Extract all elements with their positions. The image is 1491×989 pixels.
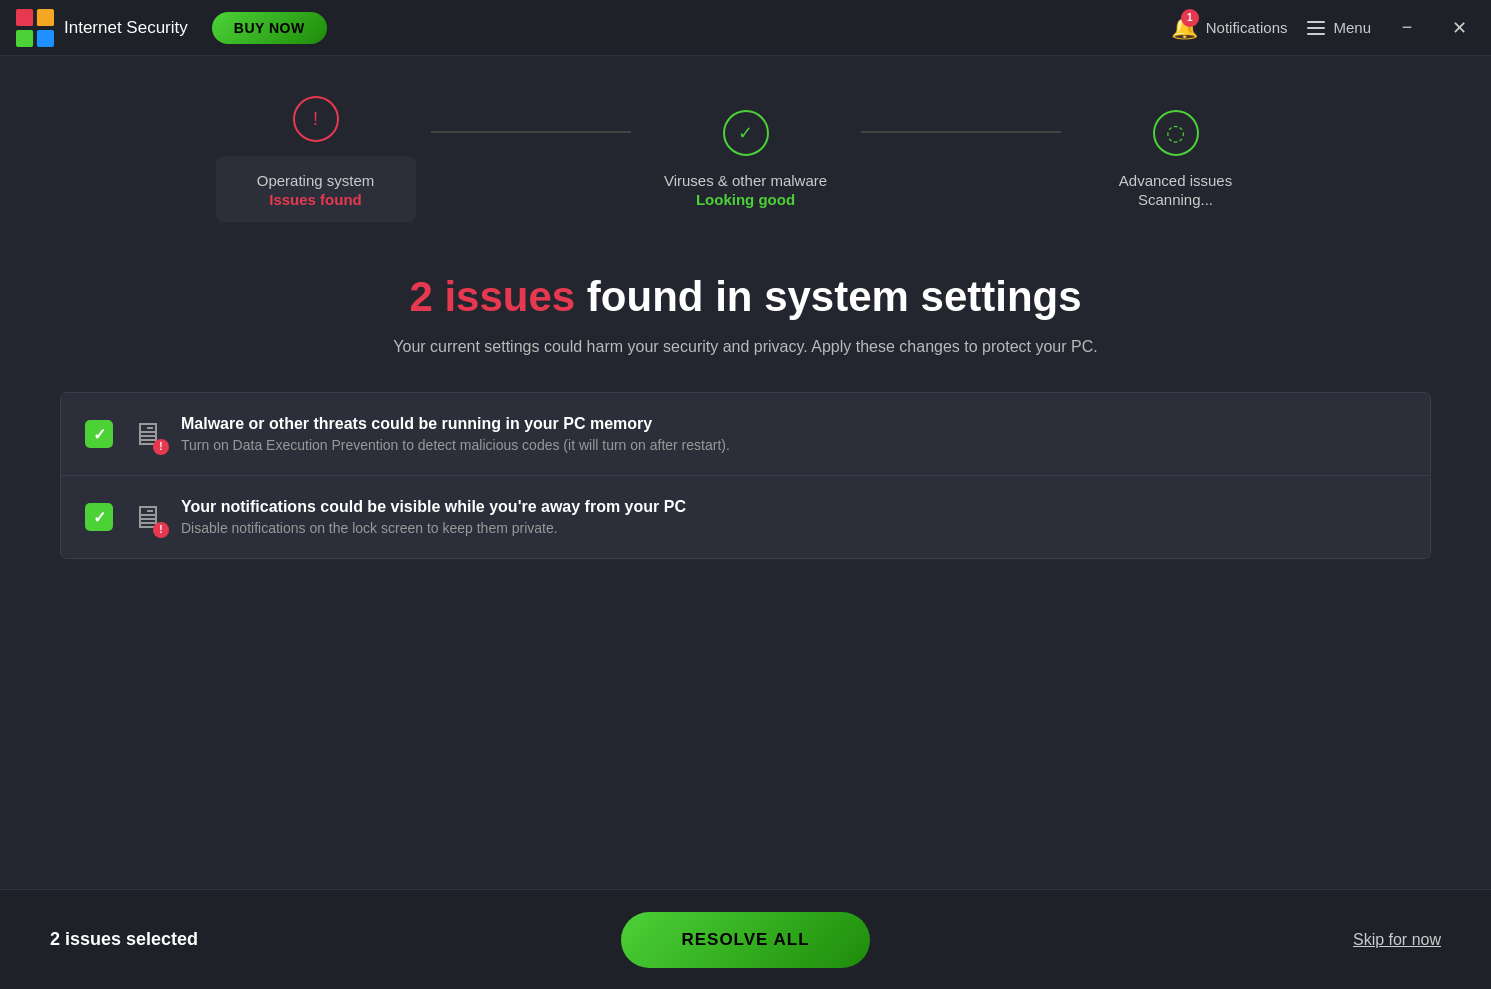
issue-icon-1-area: 🖥 ! — [131, 416, 163, 453]
skip-for-now-link[interactable]: Skip for now — [870, 931, 1441, 949]
hamburger-icon — [1307, 21, 1325, 35]
warning-badge-1: ! — [153, 439, 169, 455]
step-2-status: Looking good — [696, 191, 795, 208]
menu-area[interactable]: Menu — [1307, 19, 1371, 36]
app-name-label: Internet Security — [64, 18, 188, 38]
notification-badge: 1 — [1181, 9, 1199, 27]
issue-desc-2: Disable notifications on the lock screen… — [181, 520, 1406, 536]
issue-title-1: Malware or other threats could be runnin… — [181, 415, 1406, 433]
issue-desc-1: Turn on Data Execution Prevention to det… — [181, 437, 1406, 453]
logo-area: Internet Security — [16, 9, 212, 47]
connector-2 — [861, 131, 1061, 133]
issue-list: 🖥 ! Malware or other threats could be ru… — [60, 392, 1431, 559]
connector-1 — [431, 131, 631, 133]
notifications-area[interactable]: 🔔 1 Notifications — [1171, 15, 1288, 41]
step-advanced: ◌ Advanced issues Scanning... — [1061, 110, 1291, 208]
avg-logo-icon — [16, 9, 54, 47]
bottom-bar: 2 issues selected RESOLVE ALL Skip for n… — [0, 889, 1491, 989]
issue-item-1: 🖥 ! Malware or other threats could be ru… — [61, 393, 1430, 476]
issue-icon-2-area: 🖥 ! — [131, 499, 163, 536]
step-operating-system: ! Operating system Issues found — [201, 96, 431, 222]
resolve-all-button[interactable]: RESOLVE ALL — [621, 912, 869, 968]
step-3-circle: ◌ — [1153, 110, 1199, 156]
buy-now-button[interactable]: BUY NOW — [212, 12, 327, 44]
title-bar-right: 🔔 1 Notifications Menu − ✕ — [1171, 12, 1475, 44]
issue-text-1: Malware or other threats could be runnin… — [181, 415, 1406, 453]
step-2-title: Viruses & other malware — [664, 170, 827, 191]
svg-rect-0 — [16, 9, 33, 26]
headline: 2 issues found in system settings — [60, 272, 1431, 322]
step-2-circle: ✓ — [723, 110, 769, 156]
issue-text-2: Your notifications could be visible whil… — [181, 498, 1406, 536]
checkbox-checked-icon-2[interactable] — [85, 503, 113, 531]
steps-container: ! Operating system Issues found ✓ Viruse… — [60, 96, 1431, 222]
close-button[interactable]: ✕ — [1443, 12, 1475, 44]
step-1-title: Operating system — [257, 170, 375, 191]
minimize-button[interactable]: − — [1391, 12, 1423, 44]
step-1-status: Issues found — [269, 191, 362, 208]
step-viruses: ✓ Viruses & other malware Looking good — [631, 110, 861, 208]
main-content: ! Operating system Issues found ✓ Viruse… — [0, 56, 1491, 559]
menu-label: Menu — [1333, 19, 1371, 36]
svg-rect-3 — [37, 29, 54, 46]
headline-rest: found in system settings — [575, 273, 1081, 320]
step-1-box: Operating system Issues found — [216, 156, 416, 222]
step-1-circle: ! — [293, 96, 339, 142]
step-3-title: Advanced issues — [1119, 170, 1232, 191]
step-3-status: Scanning... — [1138, 191, 1213, 208]
notifications-label: Notifications — [1206, 19, 1288, 36]
issues-count: 2 issues — [409, 273, 575, 320]
svg-rect-1 — [37, 9, 54, 26]
title-bar: Internet Security BUY NOW 🔔 1 Notificati… — [0, 0, 1491, 56]
issues-selected-label: 2 issues selected — [50, 929, 621, 950]
svg-rect-2 — [16, 29, 33, 46]
checkbox-1[interactable] — [85, 420, 113, 448]
issues-selected-text: 2 issues selected — [50, 929, 198, 949]
checkbox-2[interactable] — [85, 503, 113, 531]
subtitle: Your current settings could harm your se… — [60, 338, 1431, 356]
checkbox-checked-icon-1[interactable] — [85, 420, 113, 448]
issue-item-2: 🖥 ! Your notifications could be visible … — [61, 476, 1430, 558]
issue-title-2: Your notifications could be visible whil… — [181, 498, 1406, 516]
warning-badge-2: ! — [153, 522, 169, 538]
